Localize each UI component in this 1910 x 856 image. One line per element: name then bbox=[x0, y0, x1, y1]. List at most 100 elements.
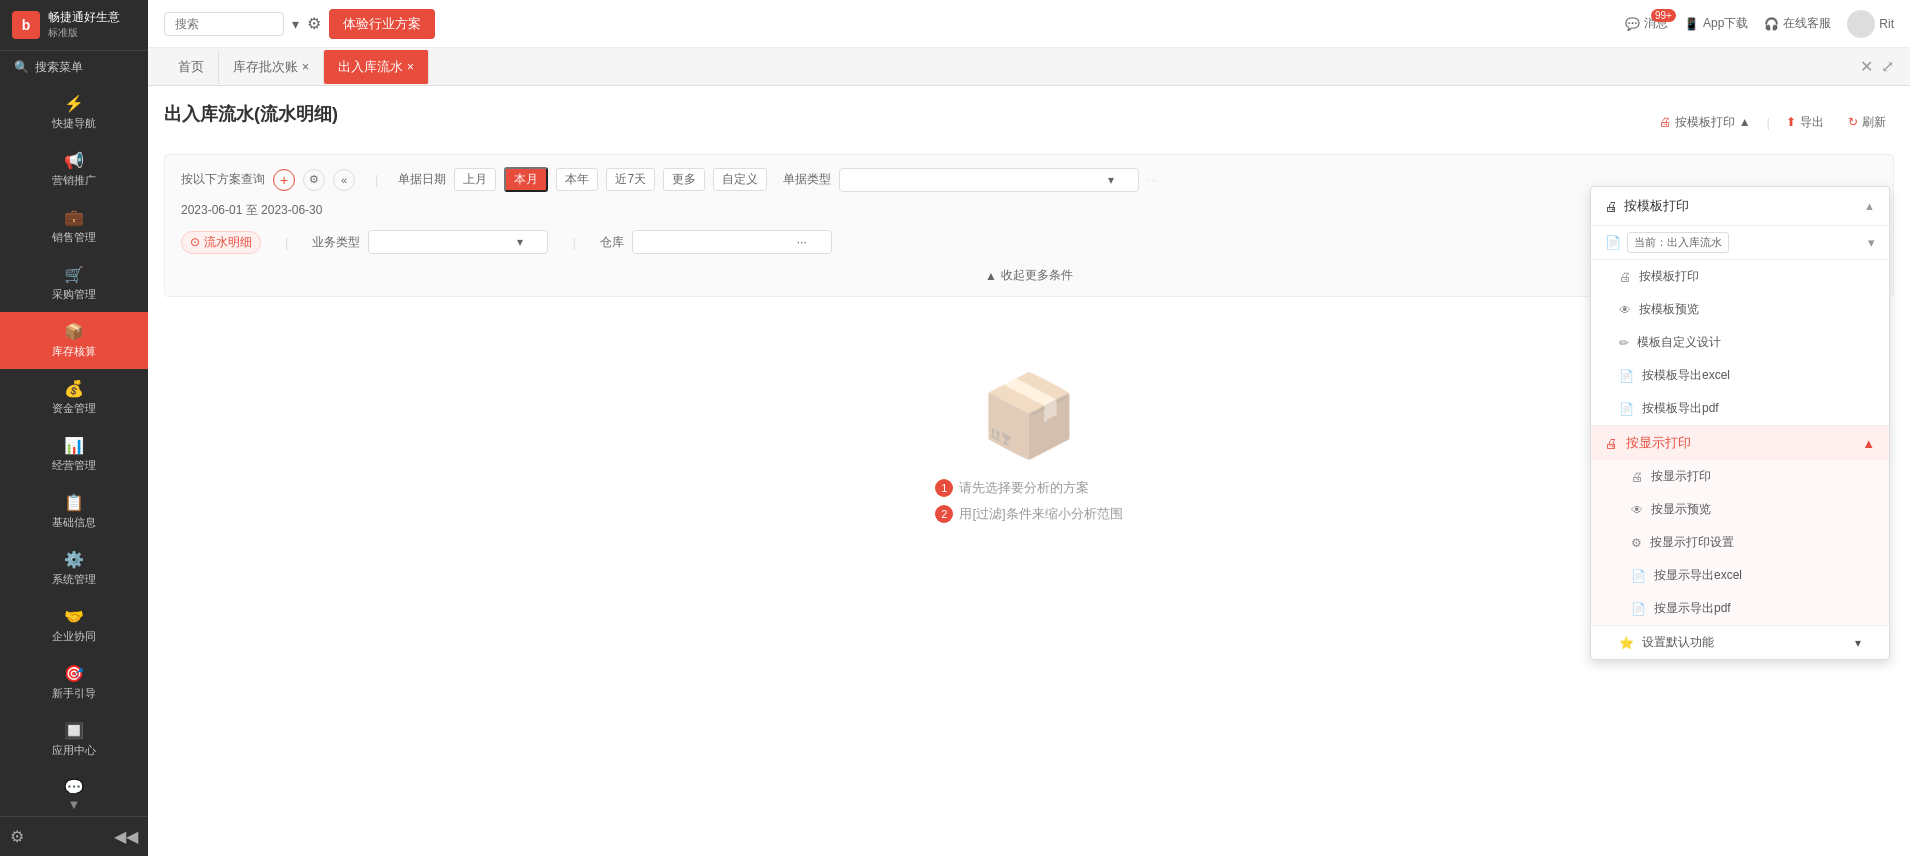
basic-icon: 📋 bbox=[64, 493, 84, 512]
sidebar-item-guide[interactable]: 🎯 新手引导 bbox=[0, 654, 148, 711]
empty-illustration: 📦 bbox=[979, 369, 1079, 463]
app-name: 畅捷通好生意 bbox=[48, 10, 120, 26]
sidebar-item-quick-nav[interactable]: ⚡ 快捷导航 bbox=[0, 84, 148, 141]
sidebar-item-system[interactable]: ⚙️ 系统管理 bbox=[0, 540, 148, 597]
sidebar-item-operation[interactable]: 📊 经营管理 bbox=[0, 426, 148, 483]
tab-close-all-button[interactable]: ✕ bbox=[1860, 57, 1873, 76]
sidebar-item-basic[interactable]: 📋 基础信息 bbox=[0, 483, 148, 540]
sales-icon: 💼 bbox=[64, 208, 84, 227]
dropdown-item-template-excel[interactable]: 📄 按模板导出excel bbox=[1591, 359, 1889, 392]
trial-button[interactable]: 体验行业方案 bbox=[329, 9, 435, 39]
refresh-icon: ↻ bbox=[1848, 115, 1858, 129]
business-type-arrow: ▾ bbox=[517, 235, 523, 249]
cooperation-icon: 🤝 bbox=[64, 607, 84, 626]
dropdown-item-set-default[interactable]: ⭐ 设置默认功能 ▾ bbox=[1591, 626, 1889, 659]
current-indicator: 📄 当前：出入库流水 ▾ bbox=[1591, 226, 1889, 260]
wechat-icon: 💬 bbox=[64, 778, 84, 793]
dropdown-item-display-pdf[interactable]: 📄 按显示导出pdf bbox=[1591, 592, 1889, 625]
dropdown-item-template-print[interactable]: 🖨 按模板打印 bbox=[1591, 260, 1889, 293]
dropdown-item-template-preview[interactable]: 👁 按模板预览 bbox=[1591, 293, 1889, 326]
marketing-icon: 📢 bbox=[64, 151, 84, 170]
warehouse-filter: 仓库 ··· bbox=[600, 230, 832, 254]
filter-add-button[interactable]: + bbox=[273, 169, 295, 191]
avatar-image bbox=[1847, 10, 1875, 38]
date-btn-last-month[interactable]: 上月 bbox=[454, 168, 496, 191]
filter-query-label: 按以下方案查询 + ⚙ « bbox=[181, 169, 355, 191]
date-btn-this-month[interactable]: 本月 bbox=[504, 167, 548, 192]
dropdown-item-display-settings[interactable]: ⚙ 按显示打印设置 bbox=[1591, 526, 1889, 559]
dropdown-print-icon: 🖨 bbox=[1605, 199, 1618, 214]
collapse-icon: ▲ bbox=[985, 269, 997, 283]
dropdown-item-display-preview[interactable]: 👁 按显示预览 bbox=[1591, 493, 1889, 526]
main-content: ▾ ⚙ 体验行业方案 💬 消息 99+ 📱 App下载 🎧 在线客服 bbox=[148, 0, 1910, 856]
print-button[interactable]: 🖨 按模板打印 ▲ bbox=[1651, 110, 1759, 135]
settings-icon[interactable]: ⚙ bbox=[10, 827, 24, 846]
active-filter-tag[interactable]: ⊙ 流水明细 bbox=[181, 231, 261, 254]
topbar: ▾ ⚙ 体验行业方案 💬 消息 99+ 📱 App下载 🎧 在线客服 bbox=[148, 0, 1910, 48]
tab-home[interactable]: 首页 bbox=[164, 50, 219, 84]
tab-inout[interactable]: 出入库流水 × bbox=[324, 50, 429, 84]
dropdown-item-template-custom[interactable]: ✏ 模板自定义设计 bbox=[1591, 326, 1889, 359]
dropdown-header: 🖨 按模板打印 ▲ bbox=[1591, 187, 1889, 226]
tab-batch[interactable]: 库存批次账 × bbox=[219, 50, 324, 84]
sidebar-item-inventory[interactable]: 📦 库存核算 bbox=[0, 312, 148, 369]
set-default-expand-icon: ▾ bbox=[1855, 636, 1861, 650]
tab-batch-close[interactable]: × bbox=[302, 60, 309, 74]
sidebar-item-cooperation[interactable]: 🤝 企业协同 bbox=[0, 597, 148, 654]
page-content: 出入库流水(流水明细) 🖨 按模板打印 ▲ | ⬆ 导出 ↻ 刷新 bbox=[148, 86, 1910, 856]
date-filter: 单据日期 上月 本月 本年 近7天 更多 自定义 bbox=[398, 167, 767, 192]
sidebar-item-purchase[interactable]: 🛒 采购管理 bbox=[0, 255, 148, 312]
refresh-button[interactable]: ↻ 刷新 bbox=[1840, 110, 1894, 135]
print-icon: 🖨 bbox=[1659, 115, 1671, 129]
doc-type-select[interactable]: ▾ bbox=[839, 168, 1139, 192]
user-avatar[interactable]: Rit bbox=[1847, 10, 1894, 38]
online-service-button[interactable]: 🎧 在线客服 bbox=[1764, 15, 1831, 32]
sidebar-item-wechat[interactable]: 💬 企业微信 bbox=[0, 768, 148, 793]
date-btn-this-year[interactable]: 本年 bbox=[556, 168, 598, 191]
collapse-icon[interactable]: ◀◀ bbox=[114, 827, 138, 846]
date-btn-7days[interactable]: 近7天 bbox=[606, 168, 655, 191]
date-btn-more[interactable]: 更多 bbox=[663, 168, 705, 191]
filter-tag-icon: ⊙ bbox=[190, 235, 200, 249]
app-logo: b 畅捷通好生意 标准版 bbox=[0, 0, 148, 51]
tabs-bar: 首页 库存批次账 × 出入库流水 × ✕ ⤢ bbox=[148, 48, 1910, 86]
sidebar-item-marketing[interactable]: 📢 营销推广 bbox=[0, 141, 148, 198]
filter-collapse-button[interactable]: « bbox=[333, 169, 355, 191]
empty-steps-list: 1 请先选择要分析的方案 2 用[过滤]条件来缩小分析范围 bbox=[935, 479, 1122, 531]
sidebar-item-apps[interactable]: 🔲 应用中心 bbox=[0, 711, 148, 768]
sidebar-search[interactable]: 🔍 搜索菜单 bbox=[0, 51, 148, 84]
template-pdf-icon: 📄 bbox=[1619, 402, 1634, 416]
tab-inout-close[interactable]: × bbox=[407, 60, 414, 74]
dropdown-collapse-icon[interactable]: ▲ bbox=[1864, 200, 1875, 212]
message-button[interactable]: 💬 消息 99+ bbox=[1625, 15, 1668, 32]
display-settings-icon: ⚙ bbox=[1631, 536, 1642, 550]
dropdown-item-display-print[interactable]: 🖨 按显示打印 bbox=[1591, 460, 1889, 493]
print-dropdown-panel: 🖨 按模板打印 ▲ 📄 当前：出入库流水 ▾ bbox=[1590, 186, 1890, 660]
template-excel-icon: 📄 bbox=[1619, 369, 1634, 383]
export-button[interactable]: ⬆ 导出 bbox=[1778, 110, 1832, 135]
app-download-button[interactable]: 📱 App下载 bbox=[1684, 15, 1748, 32]
dropdown-item-display-excel[interactable]: 📄 按显示导出excel bbox=[1591, 559, 1889, 592]
business-type-select[interactable]: ▾ bbox=[368, 230, 548, 254]
topbar-dropdown-button[interactable]: ▾ bbox=[292, 16, 299, 32]
warehouse-select[interactable]: ··· bbox=[632, 230, 832, 254]
operation-icon: 📊 bbox=[64, 436, 84, 455]
sidebar-item-sales[interactable]: 💼 销售管理 bbox=[0, 198, 148, 255]
display-print-group[interactable]: 🖨 按显示打印 ▲ bbox=[1591, 426, 1889, 460]
filter-settings-button[interactable]: ⚙ bbox=[303, 169, 325, 191]
display-excel-icon: 📄 bbox=[1631, 569, 1646, 583]
message-badge: 99+ bbox=[1651, 9, 1676, 22]
sidebar-scroll-down[interactable]: ▼ bbox=[0, 793, 148, 816]
topbar-search-input[interactable] bbox=[164, 12, 284, 36]
print-expand-icon: ▲ bbox=[1739, 115, 1751, 129]
date-btn-custom[interactable]: 自定义 bbox=[713, 168, 767, 191]
logo-icon: b bbox=[12, 11, 40, 39]
message-icon: 💬 bbox=[1625, 17, 1640, 31]
sidebar-item-finance[interactable]: 💰 资金管理 bbox=[0, 369, 148, 426]
topbar-gear-icon[interactable]: ⚙ bbox=[307, 14, 321, 33]
page-toolbar: 🖨 按模板打印 ▲ | ⬆ 导出 ↻ 刷新 bbox=[1651, 110, 1894, 135]
guide-icon: 🎯 bbox=[64, 664, 84, 683]
dropdown-item-template-pdf[interactable]: 📄 按模板导出pdf bbox=[1591, 392, 1889, 425]
tab-maximize-button[interactable]: ⤢ bbox=[1881, 57, 1894, 76]
display-print-expand-icon: ▲ bbox=[1862, 436, 1875, 451]
